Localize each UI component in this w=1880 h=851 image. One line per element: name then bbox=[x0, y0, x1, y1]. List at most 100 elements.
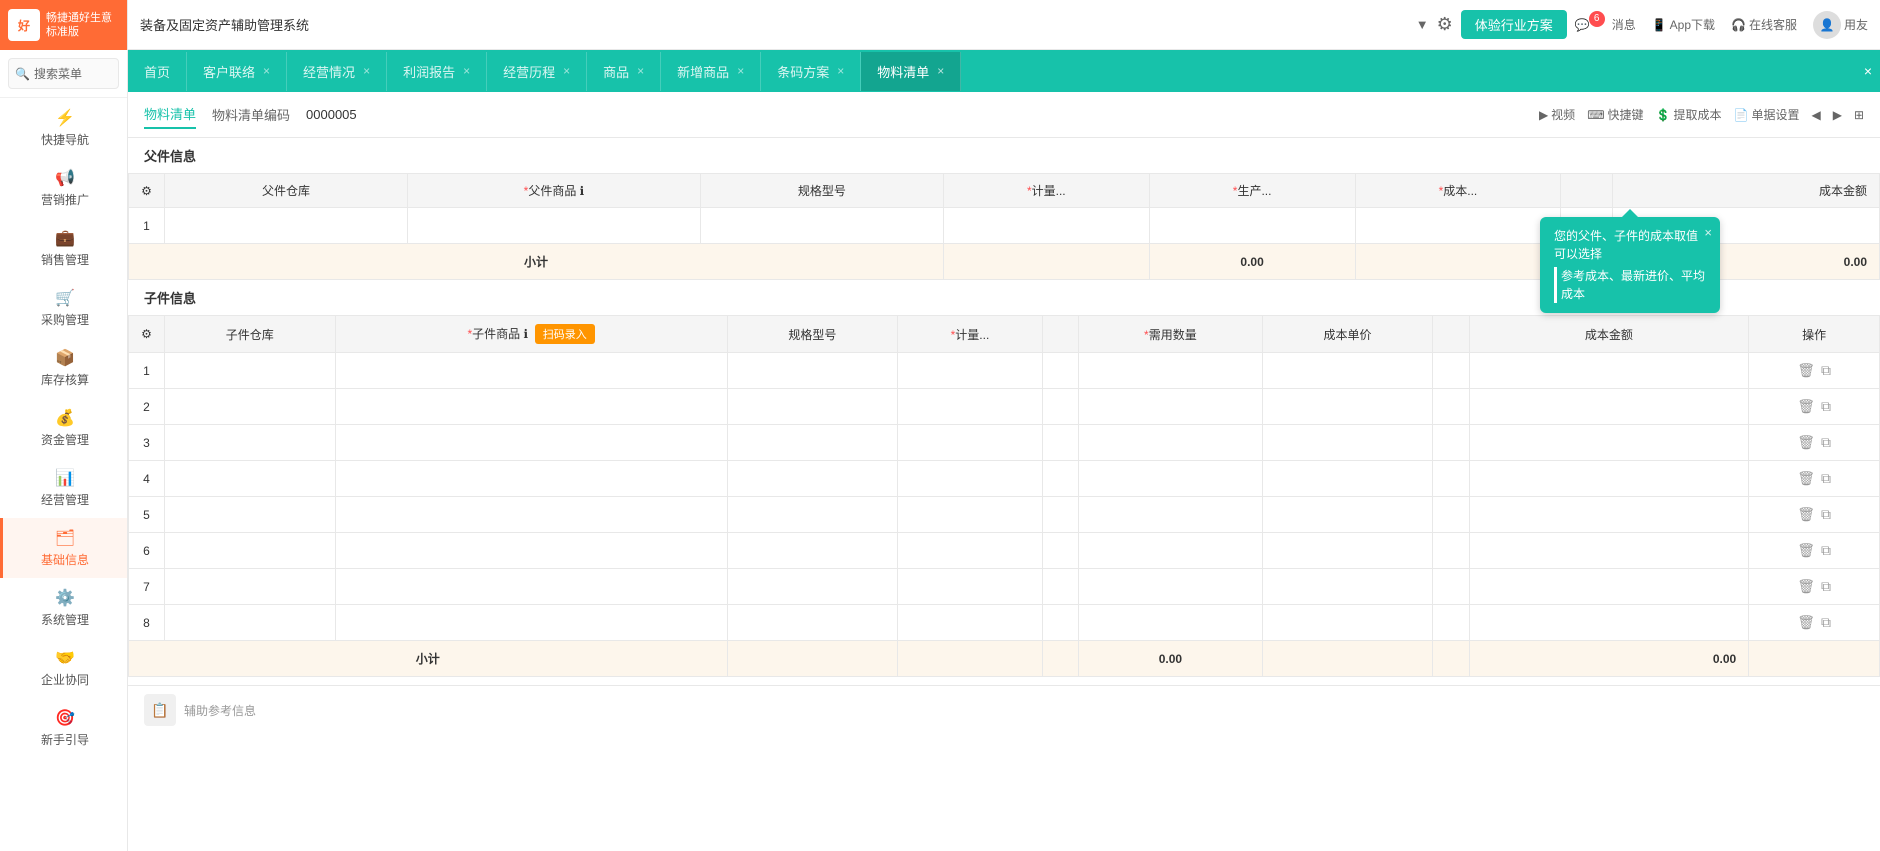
shortcut-action[interactable]: ⌨ 快捷键 bbox=[1587, 106, 1643, 123]
child-product-4[interactable] bbox=[335, 461, 727, 497]
child-product-3[interactable] bbox=[335, 425, 727, 461]
child-spec-4[interactable] bbox=[727, 461, 898, 497]
child-spec-3[interactable] bbox=[727, 425, 898, 461]
delete-icon-2[interactable]: 🗑 bbox=[1797, 398, 1815, 415]
tooltip-close-btn[interactable]: × bbox=[1704, 223, 1712, 243]
tab-1[interactable]: 客户联络× bbox=[187, 52, 287, 91]
tab-close-3[interactable]: × bbox=[463, 64, 470, 78]
child-ucost-4[interactable] bbox=[1262, 461, 1433, 497]
copy-icon-6[interactable]: ⧉ bbox=[1821, 542, 1831, 559]
child-qty-5[interactable] bbox=[1079, 497, 1263, 533]
grid-view-icon[interactable]: ⊞ bbox=[1854, 108, 1864, 122]
child-spec-6[interactable] bbox=[727, 533, 898, 569]
online-service-item[interactable]: 🎧 在线客服 bbox=[1731, 16, 1797, 33]
child-qty-6[interactable] bbox=[1079, 533, 1263, 569]
child-warehouse-5[interactable] bbox=[165, 497, 336, 533]
child-spec-5[interactable] bbox=[727, 497, 898, 533]
sidebar-item-10[interactable]: 🎯新手引导 bbox=[0, 698, 127, 758]
child-warehouse-4[interactable] bbox=[165, 461, 336, 497]
messages-item[interactable]: 💬 6 消息 bbox=[1575, 16, 1636, 33]
child-spec-1[interactable] bbox=[727, 353, 898, 389]
copy-icon-4[interactable]: ⧉ bbox=[1821, 470, 1831, 487]
experience-btn[interactable]: 体验行业方案 bbox=[1461, 10, 1567, 39]
child-unit-8[interactable] bbox=[898, 605, 1043, 641]
dropdown-icon[interactable]: ▼ bbox=[1416, 17, 1429, 32]
child-qty-2[interactable] bbox=[1079, 389, 1263, 425]
cost-action[interactable]: 💲 提取成本 bbox=[1656, 106, 1722, 123]
child-spec-2[interactable] bbox=[727, 389, 898, 425]
tab-4[interactable]: 经营历程× bbox=[487, 52, 587, 91]
child-spec-8[interactable] bbox=[727, 605, 898, 641]
tab-5[interactable]: 商品× bbox=[587, 52, 661, 91]
child-warehouse-8[interactable] bbox=[165, 605, 336, 641]
child-warehouse-6[interactable] bbox=[165, 533, 336, 569]
child-unit-1[interactable] bbox=[898, 353, 1043, 389]
copy-icon-3[interactable]: ⧉ bbox=[1821, 434, 1831, 451]
tab-close-6[interactable]: × bbox=[737, 64, 744, 78]
delete-icon-3[interactable]: 🗑 bbox=[1797, 434, 1815, 451]
sub-tab-code[interactable]: 物料清单编码 bbox=[212, 101, 290, 128]
note-icon[interactable]: 📋 bbox=[144, 694, 176, 726]
child-ucost-6[interactable] bbox=[1262, 533, 1433, 569]
settings-icon[interactable]: ⚙ bbox=[1437, 14, 1453, 35]
sidebar-item-1[interactable]: 📢营销推广 bbox=[0, 158, 127, 218]
tab-7[interactable]: 条码方案× bbox=[761, 52, 861, 91]
child-qty-3[interactable] bbox=[1079, 425, 1263, 461]
parent-produce-cell[interactable] bbox=[1149, 208, 1355, 244]
child-warehouse-3[interactable] bbox=[165, 425, 336, 461]
child-warehouse-1[interactable] bbox=[165, 353, 336, 389]
settings-action[interactable]: 📄 单据设置 bbox=[1734, 106, 1800, 123]
child-qty-4[interactable] bbox=[1079, 461, 1263, 497]
child-product-1[interactable] bbox=[335, 353, 727, 389]
copy-icon-8[interactable]: ⧉ bbox=[1821, 614, 1831, 631]
child-product-5[interactable] bbox=[335, 497, 727, 533]
delete-icon-5[interactable]: 🗑 bbox=[1797, 506, 1815, 523]
child-unit-4[interactable] bbox=[898, 461, 1043, 497]
tab-2[interactable]: 经营情况× bbox=[287, 52, 387, 91]
parent-cost-cell[interactable] bbox=[1355, 208, 1561, 244]
app-download-item[interactable]: 📱 App下载 bbox=[1652, 16, 1715, 33]
child-ucost-7[interactable] bbox=[1262, 569, 1433, 605]
scan-btn[interactable]: 扫码录入 bbox=[535, 324, 595, 344]
tab-close-2[interactable]: × bbox=[363, 64, 370, 78]
child-unit-7[interactable] bbox=[898, 569, 1043, 605]
tab-close-1[interactable]: × bbox=[263, 64, 270, 78]
delete-icon-4[interactable]: 🗑 bbox=[1797, 470, 1815, 487]
child-qty-7[interactable] bbox=[1079, 569, 1263, 605]
view-action[interactable]: ▶ 视频 bbox=[1539, 106, 1575, 123]
sidebar-item-8[interactable]: ⚙️系统管理 bbox=[0, 578, 127, 638]
tab-close-5[interactable]: × bbox=[637, 64, 644, 78]
tab-close-8[interactable]: × bbox=[937, 64, 944, 78]
child-unit-6[interactable] bbox=[898, 533, 1043, 569]
sidebar-item-6[interactable]: 📊经营管理 bbox=[0, 458, 127, 518]
sidebar-item-7[interactable]: 🗂基础信息 bbox=[0, 518, 127, 578]
child-qty-1[interactable] bbox=[1079, 353, 1263, 389]
child-ucost-1[interactable] bbox=[1262, 353, 1433, 389]
sidebar-item-2[interactable]: 💼销售管理 bbox=[0, 218, 127, 278]
copy-icon-2[interactable]: ⧉ bbox=[1821, 398, 1831, 415]
child-warehouse-2[interactable] bbox=[165, 389, 336, 425]
close-all-tabs-btn[interactable]: × bbox=[1856, 53, 1880, 89]
parent-warehouse-cell[interactable] bbox=[165, 208, 408, 244]
child-product-7[interactable] bbox=[335, 569, 727, 605]
child-product-8[interactable] bbox=[335, 605, 727, 641]
sidebar-search[interactable]: 🔍 搜索菜单 bbox=[0, 50, 127, 98]
parent-unit-cell[interactable] bbox=[943, 208, 1149, 244]
tab-3[interactable]: 利润报告× bbox=[387, 52, 487, 91]
search-menu-button[interactable]: 🔍 搜索菜单 bbox=[8, 58, 119, 89]
child-unit-5[interactable] bbox=[898, 497, 1043, 533]
child-ucost-8[interactable] bbox=[1262, 605, 1433, 641]
nav-prev-icon[interactable]: ◀ bbox=[1811, 108, 1820, 122]
child-ucost-2[interactable] bbox=[1262, 389, 1433, 425]
sidebar-item-9[interactable]: 🤝企业协同 bbox=[0, 638, 127, 698]
delete-icon-8[interactable]: 🗑 bbox=[1797, 614, 1815, 631]
sidebar-item-4[interactable]: 📦库存核算 bbox=[0, 338, 127, 398]
nav-next-icon[interactable]: ▶ bbox=[1833, 108, 1842, 122]
child-ucost-3[interactable] bbox=[1262, 425, 1433, 461]
child-unit-3[interactable] bbox=[898, 425, 1043, 461]
child-warehouse-7[interactable] bbox=[165, 569, 336, 605]
sidebar-item-0[interactable]: ⚡快捷导航 bbox=[0, 98, 127, 158]
delete-icon-7[interactable]: 🗑 bbox=[1797, 578, 1815, 595]
copy-icon-1[interactable]: ⧉ bbox=[1821, 362, 1831, 379]
copy-icon-5[interactable]: ⧉ bbox=[1821, 506, 1831, 523]
